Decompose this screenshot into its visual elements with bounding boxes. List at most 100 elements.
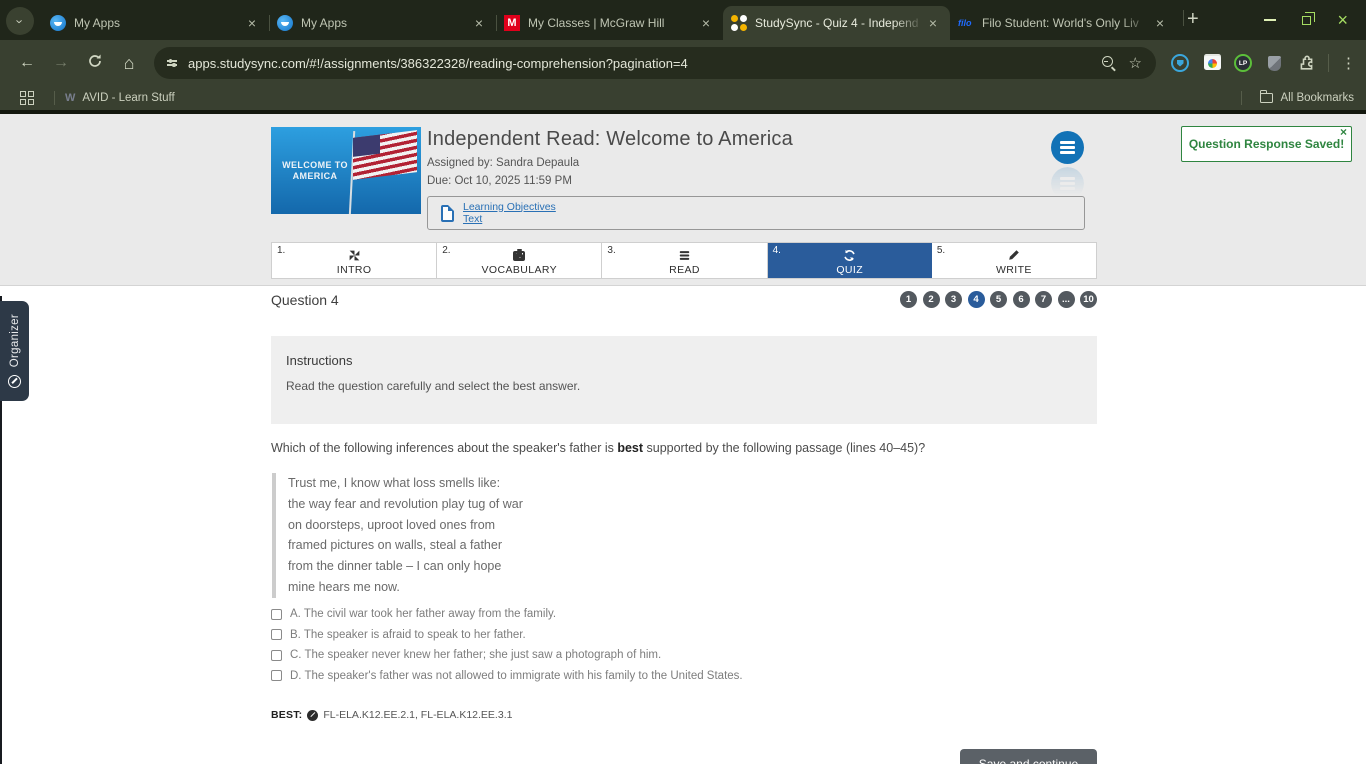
tab-label: READ [669,264,700,276]
tab-vocabulary[interactable]: 2. VOCABULARY [437,243,603,278]
passage-quote: Trust me, I know what loss smells like: … [272,473,523,598]
answer-option-d[interactable]: D. The speaker's father was not allowed … [271,670,1097,682]
all-bookmarks-button[interactable]: All Bookmarks [1231,90,1354,105]
option-label: D. The speaker's father was not allowed … [290,669,743,682]
reload-icon[interactable] [82,53,108,74]
tab-number: 2. [442,245,451,256]
page-dot-6[interactable]: 6 [1012,291,1030,308]
question-text: Which of the following inferences about … [271,441,1097,455]
extension-lastpass-icon[interactable]: LP [1234,54,1252,72]
site-settings-icon[interactable] [164,55,180,71]
apps-grid-icon[interactable] [20,91,34,105]
intro-icon [272,248,436,262]
vocabulary-icon [437,248,601,262]
tab-search-button[interactable]: › [6,7,34,35]
bookmark-star-icon[interactable]: ☆ [1129,54,1142,72]
window-close-icon[interactable]: × [1337,11,1348,29]
page-dot-2[interactable]: 2 [922,291,940,308]
bookmarks-divider [1240,91,1242,105]
browser-toolbar: ← → ⌂ apps.studysync.com/#!/assignments/… [0,40,1366,86]
standards-list: FL-ELA.K12.EE.2.1, FL-ELA.K12.EE.3.1 [323,709,513,721]
text-link[interactable]: Text [463,213,556,226]
tab-close-icon[interactable]: × [697,14,715,32]
bookmark-label: AVID - Learn Stuff [82,92,175,104]
page-dot-10[interactable]: 10 [1080,291,1097,308]
extension-goguardian-icon[interactable] [1170,53,1190,73]
tab-divider [1183,10,1184,26]
bookmark-favicon: W [65,92,76,104]
restore-icon[interactable] [1302,11,1316,25]
filo-favicon: filo [958,18,972,28]
tab-number: 3. [607,245,616,256]
page-dot-3[interactable]: 3 [945,291,962,308]
page-dot-ellipsis[interactable]: ... [1057,291,1075,308]
tab-close-icon[interactable]: × [924,14,942,32]
tab-quiz-active[interactable]: 4. QUIZ [767,243,932,278]
instructions-title: Instructions [286,353,353,368]
option-label: A. The civil war took her father away fr… [290,608,557,620]
checkbox-d[interactable] [271,670,282,681]
tab-close-icon[interactable]: × [243,14,261,32]
home-icon[interactable]: ⌂ [116,53,142,74]
answer-options: A. The civil war took her father away fr… [271,608,1097,690]
tab-close-icon[interactable]: × [470,14,488,32]
forward-icon[interactable]: → [48,54,74,72]
answer-option-a[interactable]: A. The civil war took her father away fr… [271,608,1097,620]
browser-tab-studysync-active[interactable]: StudySync - Quiz 4 - Independ × [723,6,950,40]
tab-write[interactable]: 5. WRITE [931,243,1097,278]
page-dot-7[interactable]: 7 [1035,291,1052,308]
tab-intro[interactable]: 1. INTRO [272,243,438,278]
due-date: Due: Oct 10, 2025 11:59 PM [427,175,572,187]
page-dot-1[interactable]: 1 [900,291,917,308]
browser-tab-filo[interactable]: filo Filo Student: World's Only Liv × [950,6,1177,40]
new-tab-button[interactable]: + [1187,8,1199,31]
bookmark-avid[interactable]: W AVID - Learn Stuff [65,92,175,104]
tab-title: My Apps [74,16,121,30]
extension-photos-icon[interactable] [1202,53,1222,73]
tab-close-icon[interactable]: × [1151,14,1169,32]
zoom-out-icon[interactable] [1101,56,1116,70]
tab-number: 5. [936,245,946,256]
tab-title: My Classes | McGraw Hill [528,16,665,30]
page-dot-4-active[interactable]: 4 [967,291,985,308]
organizer-tab[interactable]: Organizer [0,301,29,401]
page-dot-5[interactable]: 5 [990,291,1007,308]
checkbox-c[interactable] [271,649,282,661]
answer-option-b[interactable]: B. The speaker is afraid to speak to her… [271,629,1097,641]
passage-line: from the dinner table – I can only hope [288,559,502,574]
learning-objectives-link[interactable]: Learning Objectives [463,201,556,214]
passage-line: Trust me, I know what loss smells like: [288,476,501,490]
instructions-body: Read the question carefully and select t… [286,379,581,393]
checkbox-a[interactable] [271,608,282,620]
studysync-page: Question Response Saved! × Organizer WEL… [0,114,1366,764]
tab-label: VOCABULARY [481,264,558,276]
extensions-puzzle-icon[interactable] [1296,53,1316,73]
browser-tab-mcgraw-hill[interactable]: M My Classes | McGraw Hill × [496,6,723,40]
minimize-icon[interactable] [1264,19,1277,21]
question-header-row: Question 4 1 2 3 4 5 6 7 ... 10 [271,291,1097,308]
tab-label: INTRO [336,264,372,276]
save-and-continue-button[interactable]: Save and continue [960,749,1097,764]
tab-title: StudySync - Quiz 4 - Independ [755,16,919,30]
thumbnail-text-line1: WELCOME TO [282,160,348,170]
browser-tab-my-apps-2[interactable]: My Apps × [269,6,496,40]
back-icon[interactable]: ← [14,54,40,72]
pencil-circle-icon [8,374,21,388]
browser-window: › My Apps × My Apps × M My Classes | McG… [0,0,1366,768]
url-text[interactable]: apps.studysync.com/#!/assignments/386322… [188,56,1093,71]
notification-close-icon[interactable]: × [1340,125,1347,139]
chevron-down-icon: › [12,18,28,24]
browser-tab-my-apps-1[interactable]: My Apps × [42,6,269,40]
assignment-step-tabs: 1. INTRO 2. VOCABULARY 3. READ 4. QUIZ 5… [271,242,1097,279]
tab-strip: › My Apps × My Apps × M My Classes | McG… [0,0,1366,40]
extension-shield-icon[interactable] [1264,53,1284,73]
url-bar[interactable]: apps.studysync.com/#!/assignments/386322… [154,47,1156,79]
bookmarks-divider [54,91,55,105]
browser-menu-icon[interactable]: ⋮ [1341,54,1356,72]
tab-read[interactable]: 3. READ [602,243,768,278]
tab-title: My Apps [301,16,348,30]
answer-option-c[interactable]: C. The speaker never knew her father; sh… [271,649,1097,661]
instructions-box: Instructions Read the question carefully… [271,336,1097,424]
objectives-box: Learning Objectives Text [427,196,1085,230]
checkbox-b[interactable] [271,629,282,640]
